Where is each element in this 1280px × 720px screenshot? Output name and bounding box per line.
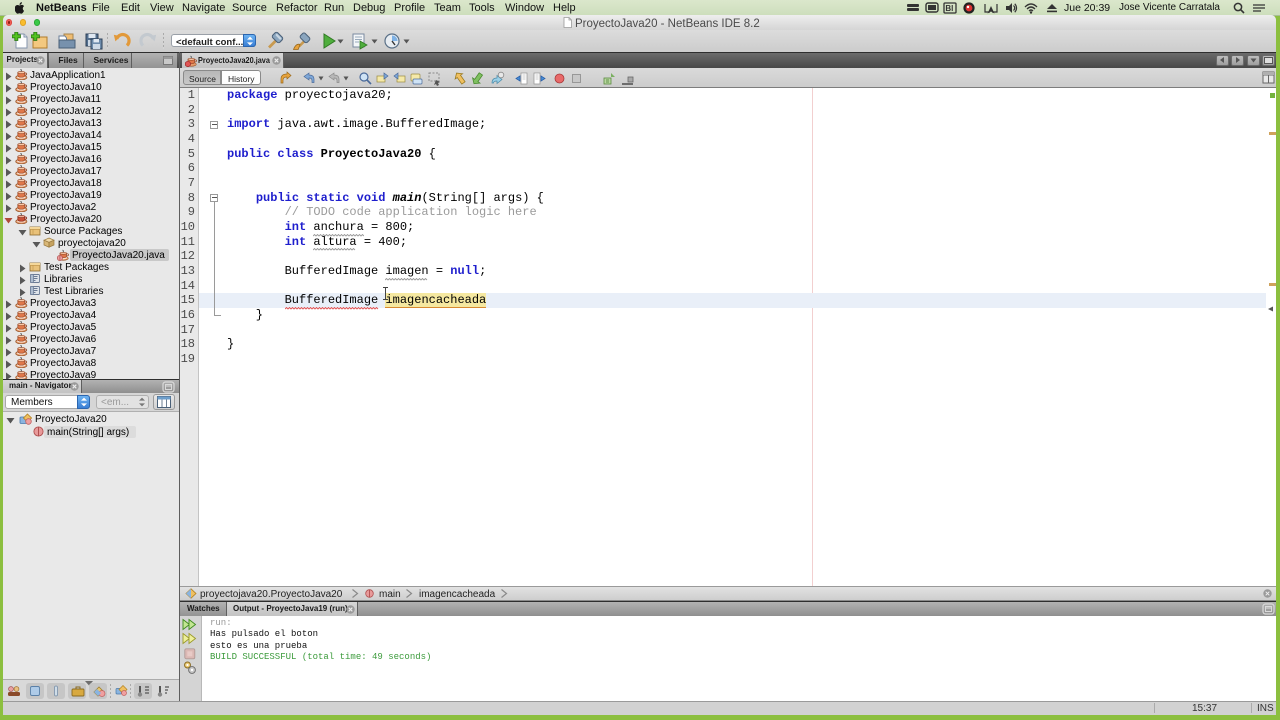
svg-text:Bl: Bl bbox=[945, 4, 953, 13]
